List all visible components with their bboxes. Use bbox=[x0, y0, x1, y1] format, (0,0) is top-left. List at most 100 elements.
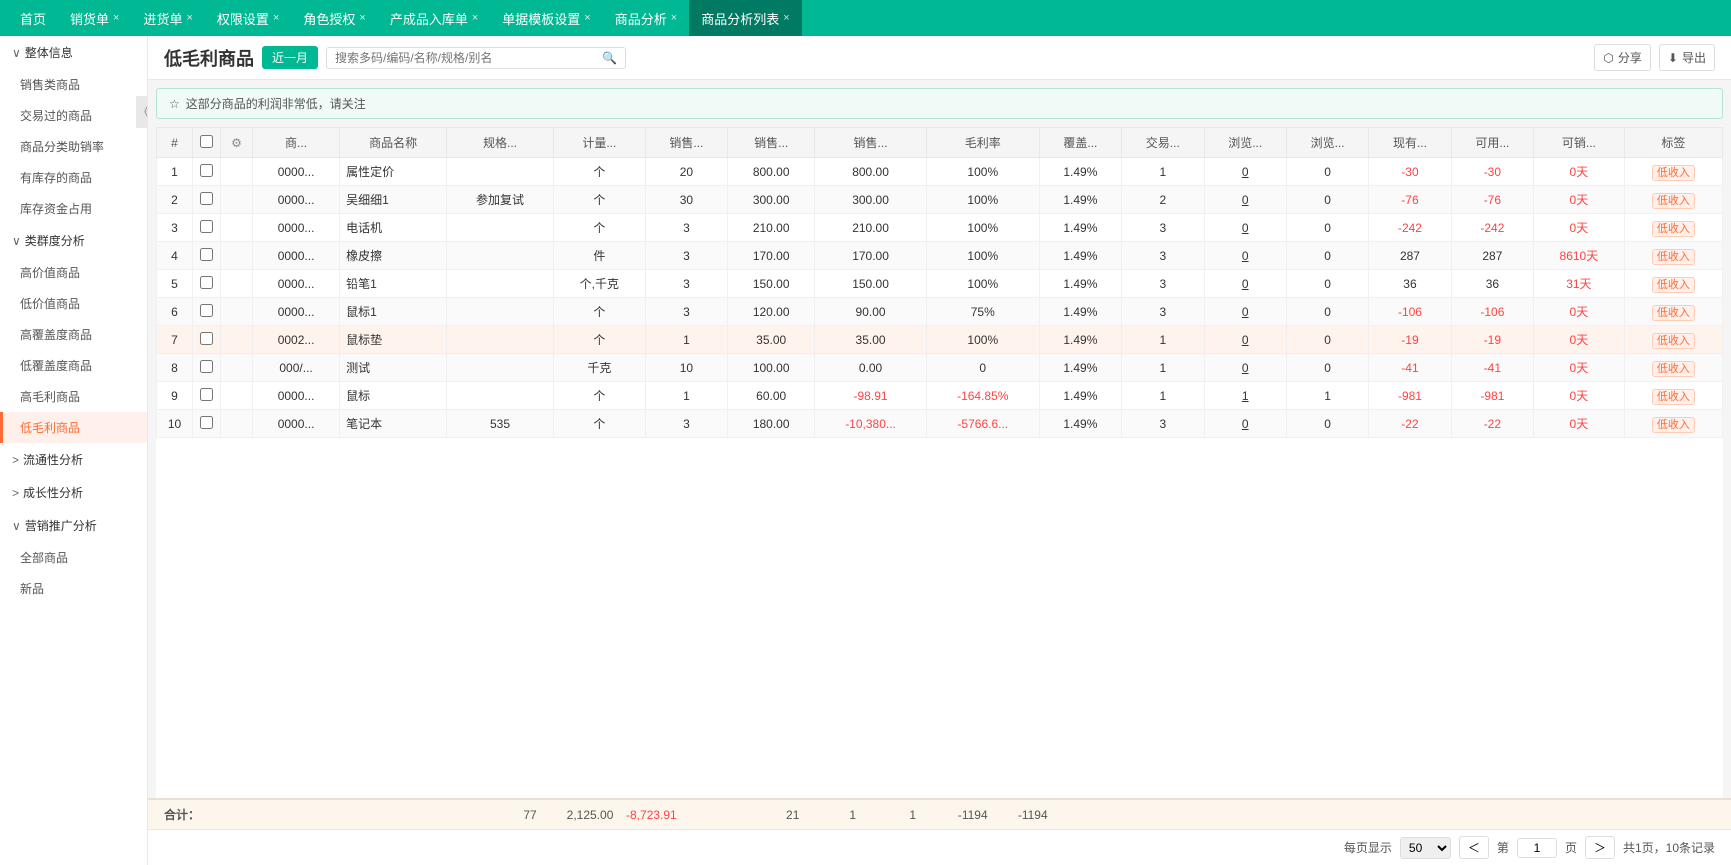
per-page-select[interactable]: 50 100 200 bbox=[1400, 837, 1451, 859]
row-name[interactable]: 鼠标 bbox=[340, 382, 447, 410]
row-checkbox[interactable] bbox=[200, 248, 213, 261]
row-checkbox[interactable] bbox=[200, 276, 213, 289]
nav-home[interactable]: 首页 bbox=[8, 0, 58, 36]
select-all-checkbox[interactable] bbox=[200, 135, 213, 148]
sidebar-item-stock-fund[interactable]: 库存资金占用 bbox=[0, 193, 147, 224]
row-checkbox[interactable] bbox=[200, 164, 213, 177]
row-name[interactable]: 测试 bbox=[340, 354, 447, 382]
sidebar-item-high-value[interactable]: 高价值商品 bbox=[0, 257, 147, 288]
prev-page-button[interactable]: ＜ bbox=[1459, 836, 1489, 859]
search-box[interactable]: 🔍 bbox=[326, 47, 626, 69]
row-checkbox[interactable] bbox=[200, 332, 213, 345]
sidebar-group-overall[interactable]: ∨ 整体信息 bbox=[0, 36, 147, 69]
row-check[interactable] bbox=[193, 214, 221, 242]
row-browse1[interactable]: 0 bbox=[1204, 214, 1286, 242]
sidebar-group-growth[interactable]: > 成长性分析 bbox=[0, 476, 147, 509]
sidebar-collapse-button[interactable]: 《 bbox=[136, 96, 148, 128]
share-button[interactable]: ⬡ 分享 bbox=[1594, 44, 1651, 71]
row-stock-now: -76 bbox=[1369, 186, 1451, 214]
group-growth-arrow-icon: > bbox=[12, 486, 19, 500]
sidebar-item-category-rate[interactable]: 商品分类助销率 bbox=[0, 131, 147, 162]
nav-template-close-icon[interactable]: × bbox=[584, 12, 590, 24]
nav-template-settings[interactable]: 单据模板设置 × bbox=[490, 0, 602, 36]
sidebar-item-traded-products[interactable]: 交易过的商品 bbox=[0, 100, 147, 131]
sidebar-item-low-margin[interactable]: 低毛利商品 bbox=[0, 412, 147, 443]
row-browse1[interactable]: 0 bbox=[1204, 186, 1286, 214]
col-header-check bbox=[193, 128, 221, 158]
row-name[interactable]: 鼠标垫 bbox=[340, 326, 447, 354]
row-checkbox[interactable] bbox=[200, 304, 213, 317]
table-body: 1 0000... 属性定价 个 20 800.00 800.00 100% 1… bbox=[157, 158, 1723, 438]
row-name[interactable]: 吴细细1 bbox=[340, 186, 447, 214]
row-name[interactable]: 电话机 bbox=[340, 214, 447, 242]
row-browse1[interactable]: 0 bbox=[1204, 354, 1286, 382]
sidebar-group-marketing[interactable]: ∨ 营销推广分析 bbox=[0, 509, 147, 542]
row-name[interactable]: 橡皮擦 bbox=[340, 242, 447, 270]
nav-product-analysis-list[interactable]: 商品分析列表 × bbox=[689, 0, 801, 36]
row-settings bbox=[221, 186, 253, 214]
sidebar-item-sales-products[interactable]: 销售类商品 bbox=[0, 69, 147, 100]
search-input[interactable] bbox=[335, 51, 602, 65]
row-name[interactable]: 鼠标1 bbox=[340, 298, 447, 326]
row-name[interactable]: 属性定价 bbox=[340, 158, 447, 186]
row-checkbox[interactable] bbox=[200, 192, 213, 205]
sidebar-group-cluster[interactable]: ∨ 类群度分析 bbox=[0, 224, 147, 257]
nav-permission-settings[interactable]: 权限设置 × bbox=[205, 0, 291, 36]
nav-product-analysis-close-icon[interactable]: × bbox=[671, 12, 677, 24]
sidebar-item-all-products[interactable]: 全部商品 bbox=[0, 542, 147, 573]
row-check[interactable] bbox=[193, 354, 221, 382]
search-icon[interactable]: 🔍 bbox=[602, 51, 617, 65]
export-button[interactable]: ⬇ 导出 bbox=[1659, 44, 1715, 71]
row-available: -242 bbox=[1451, 214, 1533, 242]
sidebar-item-in-stock[interactable]: 有库存的商品 bbox=[0, 162, 147, 193]
row-available: -76 bbox=[1451, 186, 1533, 214]
row-settings bbox=[221, 354, 253, 382]
sidebar-item-high-margin[interactable]: 高毛利商品 bbox=[0, 381, 147, 412]
row-browse1[interactable]: 0 bbox=[1204, 158, 1286, 186]
row-browse1[interactable]: 0 bbox=[1204, 410, 1286, 438]
row-sales-count: 1 bbox=[645, 326, 727, 354]
row-browse1[interactable]: 0 bbox=[1204, 242, 1286, 270]
sidebar-item-high-coverage[interactable]: 高覆盖度商品 bbox=[0, 319, 147, 350]
nav-finished-goods-close-icon[interactable]: × bbox=[472, 12, 478, 24]
nav-role-auth-close-icon[interactable]: × bbox=[359, 12, 365, 24]
nav-product-analysis[interactable]: 商品分析 × bbox=[603, 0, 689, 36]
row-check[interactable] bbox=[193, 298, 221, 326]
nav-sales-order-close-icon[interactable]: × bbox=[113, 12, 119, 24]
row-tag: 低收入 bbox=[1624, 382, 1722, 410]
row-check[interactable] bbox=[193, 382, 221, 410]
sidebar-item-low-coverage[interactable]: 低覆盖度商品 bbox=[0, 350, 147, 381]
page-number-input[interactable] bbox=[1517, 838, 1557, 858]
row-browse1[interactable]: 0 bbox=[1204, 270, 1286, 298]
nav-purchase-order-close-icon[interactable]: × bbox=[186, 12, 192, 24]
row-check[interactable] bbox=[193, 158, 221, 186]
row-checkbox[interactable] bbox=[200, 416, 213, 429]
nav-product-analysis-list-close-icon[interactable]: × bbox=[783, 12, 789, 24]
sidebar-item-low-value[interactable]: 低价值商品 bbox=[0, 288, 147, 319]
row-check[interactable] bbox=[193, 270, 221, 298]
row-check[interactable] bbox=[193, 242, 221, 270]
sidebar-group-flow[interactable]: > 流通性分析 bbox=[0, 443, 147, 476]
sidebar-item-new-products[interactable]: 新品 bbox=[0, 573, 147, 604]
nav-permission-close-icon[interactable]: × bbox=[273, 12, 279, 24]
row-check[interactable] bbox=[193, 410, 221, 438]
nav-role-auth[interactable]: 角色授权 × bbox=[291, 0, 377, 36]
row-browse1[interactable]: 0 bbox=[1204, 326, 1286, 354]
row-checkbox[interactable] bbox=[200, 388, 213, 401]
row-checkbox[interactable] bbox=[200, 360, 213, 373]
filter-recent-month-button[interactable]: 近一月 bbox=[262, 46, 318, 69]
row-check[interactable] bbox=[193, 326, 221, 354]
next-page-button[interactable]: ＞ bbox=[1585, 836, 1615, 859]
row-name[interactable]: 笔记本 bbox=[340, 410, 447, 438]
column-settings-icon[interactable]: ⚙ bbox=[231, 136, 242, 150]
nav-finished-goods[interactable]: 产成品入库单 × bbox=[378, 0, 490, 36]
nav-purchase-order[interactable]: 进货单 × bbox=[131, 0, 204, 36]
nav-sales-order[interactable]: 销货单 × bbox=[58, 0, 131, 36]
row-name[interactable]: 铅笔1 bbox=[340, 270, 447, 298]
row-check[interactable] bbox=[193, 186, 221, 214]
row-checkbox[interactable] bbox=[200, 220, 213, 233]
row-browse1[interactable]: 0 bbox=[1204, 298, 1286, 326]
row-spec bbox=[447, 298, 554, 326]
row-sales-price: 100.00 bbox=[728, 354, 815, 382]
row-browse1[interactable]: 1 bbox=[1204, 382, 1286, 410]
